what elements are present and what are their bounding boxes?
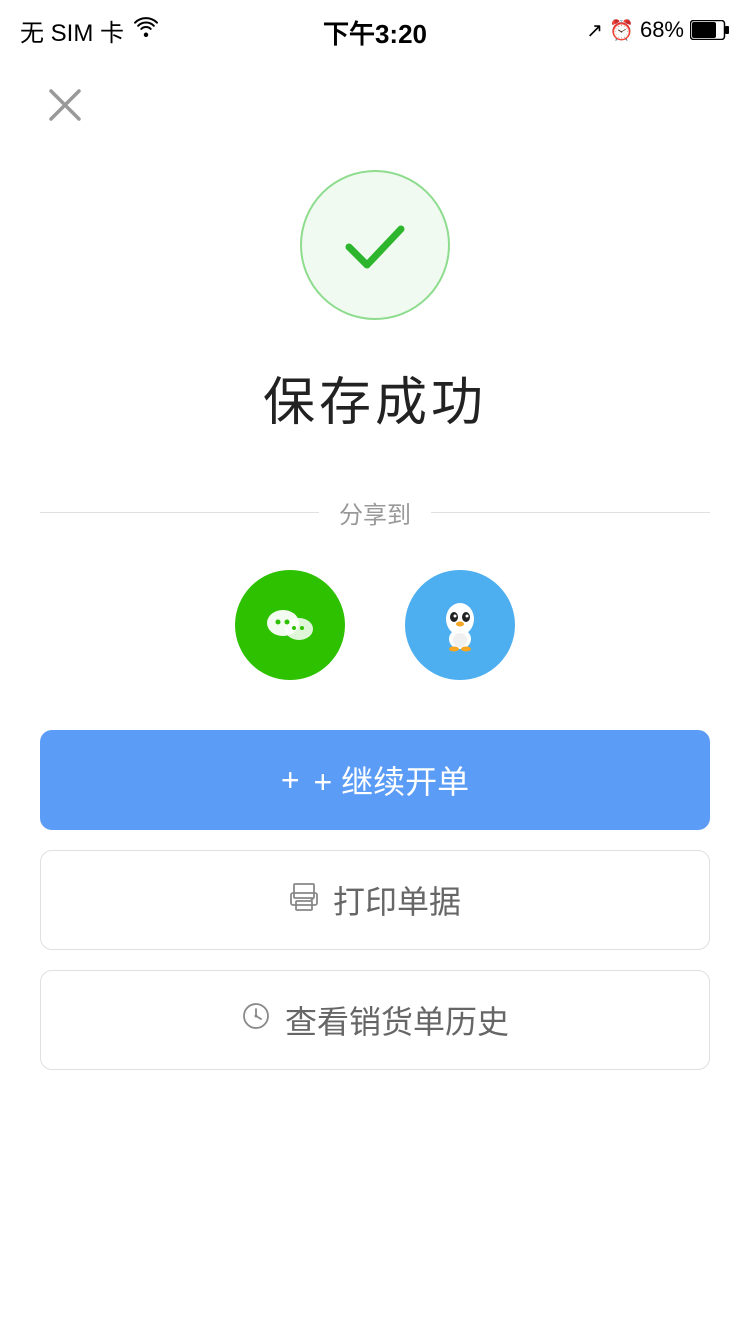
status-bar: 无 SIM 卡 下午3:20 ↗ ⏰ 68%: [0, 0, 750, 60]
history-label: 查看销货单历史: [285, 997, 509, 1043]
success-icon: [300, 170, 450, 320]
battery-percent: 68%: [640, 17, 684, 43]
status-time: 下午3:20: [323, 14, 427, 51]
share-qq-button[interactable]: [405, 570, 515, 680]
no-sim-label: 无 SIM 卡: [20, 13, 124, 48]
close-button[interactable]: [40, 80, 90, 130]
battery-icon: [690, 20, 730, 40]
share-wechat-button[interactable]: [235, 570, 345, 680]
print-label: 打印单据: [333, 877, 461, 923]
print-button[interactable]: 打印单据: [40, 850, 710, 950]
continue-label: + 继续开单: [314, 757, 470, 803]
divider-left: [40, 512, 319, 513]
history-button[interactable]: 查看销货单历史: [40, 970, 710, 1070]
print-icon: [289, 882, 319, 919]
continue-icon: +: [281, 762, 300, 799]
location-icon: ↗: [586, 18, 603, 43]
alarm-icon: ⏰: [609, 18, 634, 43]
continue-button[interactable]: + + 继续开单: [40, 730, 710, 830]
status-right: ↗ ⏰ 68%: [586, 17, 730, 43]
action-buttons: + + 继续开单 打印单据: [40, 730, 710, 1070]
divider-right: [431, 512, 710, 513]
success-title: 保存成功: [263, 360, 487, 435]
share-label: 分享到: [339, 495, 411, 530]
share-divider: 分享到: [40, 495, 710, 530]
page-content: 保存成功 分享到: [0, 60, 750, 1070]
share-section: 分享到: [40, 495, 710, 680]
close-button-container: [40, 60, 710, 160]
share-icons-row: [40, 570, 710, 680]
status-left: 无 SIM 卡: [20, 13, 160, 48]
history-icon: [241, 1001, 271, 1039]
wifi-icon: [132, 16, 160, 44]
